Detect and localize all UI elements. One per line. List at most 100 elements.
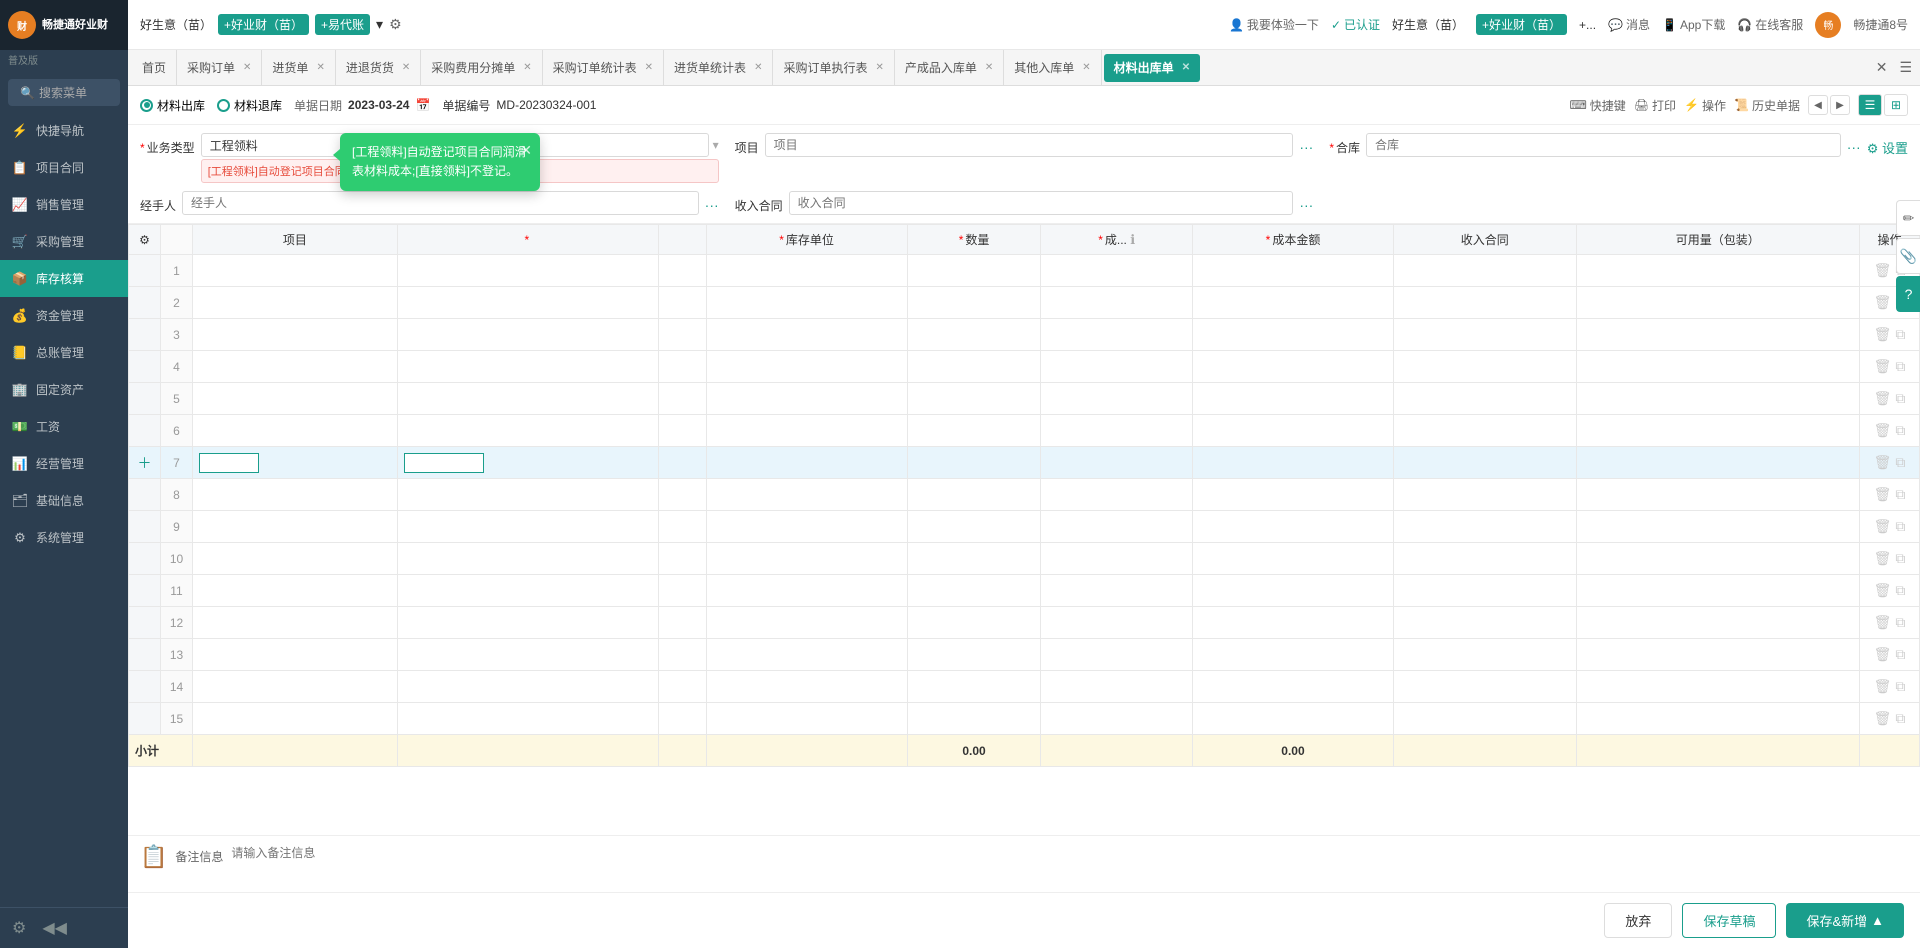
tab-close-purchase-exec[interactable]: ✕: [875, 62, 883, 73]
delete-row-icon-11[interactable]: 🗑: [1874, 614, 1892, 631]
delete-row-icon-6[interactable]: 🗑: [1874, 454, 1892, 471]
sidebar-item-payroll[interactable]: 💵 工资: [0, 408, 128, 445]
delete-row-icon-10[interactable]: 🗑: [1874, 582, 1892, 599]
settings-bottom-icon[interactable]: ⚙: [12, 918, 26, 938]
tab-home[interactable]: 首页: [132, 50, 177, 86]
side-icon-attachment[interactable]: 📎: [1896, 238, 1920, 274]
copy-row-icon-5[interactable]: ⧉: [1895, 422, 1905, 439]
handler-input[interactable]: [182, 191, 699, 215]
sidebar-item-basic-info[interactable]: 🗂 基础信息: [0, 482, 128, 519]
shortcut-btn[interactable]: ⌨ 快捷键: [1569, 97, 1625, 114]
row-material-6[interactable]: [397, 447, 658, 479]
side-icon-edit[interactable]: ✏: [1896, 200, 1920, 236]
topbar-online-support[interactable]: 🎧在线客服: [1737, 16, 1803, 33]
delete-row-icon-14[interactable]: 🗑: [1874, 710, 1892, 727]
discard-button[interactable]: 放弃: [1604, 903, 1672, 938]
delete-row-icon-8[interactable]: 🗑: [1874, 518, 1892, 535]
tab-material-issue[interactable]: 材料出库单 ✕: [1104, 54, 1200, 82]
copy-row-icon-8[interactable]: ⧉: [1895, 518, 1905, 535]
delete-row-icon-3[interactable]: 🗑: [1874, 358, 1892, 375]
tooltip-close-icon[interactable]: ✕: [520, 139, 532, 161]
sidebar-item-finance[interactable]: 💰 资金管理: [0, 297, 128, 334]
tab-goods-return[interactable]: 进退货货 ✕: [336, 50, 421, 86]
tab-purchase-order[interactable]: 采购订单 ✕: [177, 50, 262, 86]
tab-close-goods-stats[interactable]: ✕: [754, 62, 762, 73]
radio-material-issue[interactable]: 材料出库: [140, 97, 205, 114]
tab-close-goods-return[interactable]: ✕: [402, 62, 410, 73]
income-contract-input[interactable]: [789, 191, 1294, 215]
tab-close-material-issue[interactable]: ✕: [1182, 62, 1190, 73]
copy-row-icon-13[interactable]: ⧉: [1895, 678, 1905, 695]
tab-close-purchase-order[interactable]: ✕: [243, 62, 251, 73]
cost-price-info-icon[interactable]: ℹ: [1130, 232, 1135, 247]
sidebar-search[interactable]: 🔍 搜索菜单: [8, 79, 120, 106]
income-contract-dots-icon[interactable]: ···: [1299, 191, 1313, 213]
table-settings-header[interactable]: ⚙: [129, 225, 161, 255]
tab-purchase-stats[interactable]: 采购订单统计表 ✕: [543, 50, 664, 86]
next-arrow[interactable]: ▶: [1830, 95, 1850, 115]
print-btn[interactable]: 🖨 打印: [1634, 97, 1676, 114]
delete-row-icon-9[interactable]: 🗑: [1874, 550, 1892, 567]
tab-finished-goods[interactable]: 产成品入库单 ✕: [895, 50, 1004, 86]
copy-row-icon-14[interactable]: ⧉: [1895, 710, 1905, 727]
delete-row-icon-12[interactable]: 🗑: [1874, 646, 1892, 663]
operation-btn[interactable]: ⚡ 操作: [1684, 97, 1726, 114]
delete-row-icon-2[interactable]: 🗑: [1874, 326, 1892, 343]
tab-goods-receipt[interactable]: 进货单 ✕: [262, 50, 335, 86]
tab-other-receipt[interactable]: 其他入库单 ✕: [1004, 50, 1101, 86]
notes-input[interactable]: [231, 844, 1908, 884]
tab-menu-icon[interactable]: ☰: [1895, 59, 1916, 76]
sidebar-item-purchase[interactable]: 🛒 采购管理: [0, 223, 128, 260]
warehouse-dots-icon[interactable]: ···: [1847, 133, 1861, 155]
prev-arrow[interactable]: ◀: [1808, 95, 1828, 115]
copy-row-icon-3[interactable]: ⧉: [1895, 358, 1905, 375]
delete-row-icon-7[interactable]: 🗑: [1874, 486, 1892, 503]
topbar-link-good-biz[interactable]: 好生意（苗）: [140, 16, 212, 33]
sidebar-item-system[interactable]: ⚙ 系统管理: [0, 519, 128, 556]
project-input[interactable]: [765, 133, 1294, 157]
side-icon-help[interactable]: ?: [1896, 276, 1920, 312]
view-grid-btn[interactable]: ⊞: [1884, 94, 1908, 116]
sidebar-item-sales[interactable]: 📈 销售管理: [0, 186, 128, 223]
copy-row-icon-11[interactable]: ⧉: [1895, 614, 1905, 631]
collapse-icon[interactable]: ◀◀: [42, 918, 67, 938]
handler-dots-icon[interactable]: ···: [705, 191, 719, 213]
calendar-icon[interactable]: 📅: [415, 98, 430, 112]
delete-row-icon-13[interactable]: 🗑: [1874, 678, 1892, 695]
copy-row-icon-10[interactable]: ⧉: [1895, 582, 1905, 599]
sidebar-item-accounting[interactable]: 📒 总账管理: [0, 334, 128, 371]
sidebar-item-operations[interactable]: 📊 经营管理: [0, 445, 128, 482]
tab-purchase-exec[interactable]: 采购订单执行表 ✕: [773, 50, 894, 86]
topbar-good-biz-right[interactable]: 好生意（苗）: [1392, 16, 1464, 33]
copy-row-icon-4[interactable]: ⧉: [1895, 390, 1905, 407]
tab-close-goods-receipt[interactable]: ✕: [316, 62, 324, 73]
topbar-message[interactable]: 💬消息: [1608, 16, 1650, 33]
topbar-plus-good-wealth[interactable]: +好业财（苗）: [218, 14, 309, 35]
copy-row-icon-6[interactable]: ⧉: [1895, 454, 1905, 471]
sidebar-item-project-contract[interactable]: 📋 项目合同: [0, 149, 128, 186]
tab-goods-stats[interactable]: 进货单统计表 ✕: [664, 50, 773, 86]
tab-close-purchase-expense[interactable]: ✕: [523, 62, 531, 73]
sidebar-item-inventory[interactable]: 📦 库存核算: [0, 260, 128, 297]
topbar-dropdown-icon[interactable]: ▾: [376, 16, 383, 33]
row-project-6[interactable]: [193, 447, 398, 479]
business-type-dropdown-icon[interactable]: ▾: [713, 138, 719, 152]
save-new-button[interactable]: 保存&新增 ▲: [1786, 903, 1904, 938]
copy-row-icon-7[interactable]: ⧉: [1895, 486, 1905, 503]
add-row-icon[interactable]: ＋: [138, 455, 152, 471]
tab-close-purchase-stats[interactable]: ✕: [645, 62, 653, 73]
delete-row-icon-0[interactable]: 🗑: [1874, 262, 1892, 279]
topbar-more[interactable]: +...: [1579, 18, 1596, 32]
sidebar-item-quick-nav[interactable]: ⚡ 快捷导航: [0, 112, 128, 149]
view-list-btn[interactable]: ☰: [1858, 94, 1882, 116]
copy-row-icon-9[interactable]: ⧉: [1895, 550, 1905, 567]
delete-row-icon-4[interactable]: 🗑: [1874, 390, 1892, 407]
save-draft-button[interactable]: 保存草稿: [1682, 903, 1776, 938]
tab-close-other-receipt[interactable]: ✕: [1082, 62, 1090, 73]
tab-close-finished-goods[interactable]: ✕: [985, 62, 993, 73]
tab-close-all-icon[interactable]: ✕: [1872, 59, 1892, 76]
radio-material-return[interactable]: 材料退库: [217, 97, 282, 114]
sidebar-item-fixed-assets[interactable]: 🏢 固定资产: [0, 371, 128, 408]
delete-row-icon-5[interactable]: 🗑: [1874, 422, 1892, 439]
tab-purchase-expense[interactable]: 采购费用分摊单 ✕: [421, 50, 542, 86]
